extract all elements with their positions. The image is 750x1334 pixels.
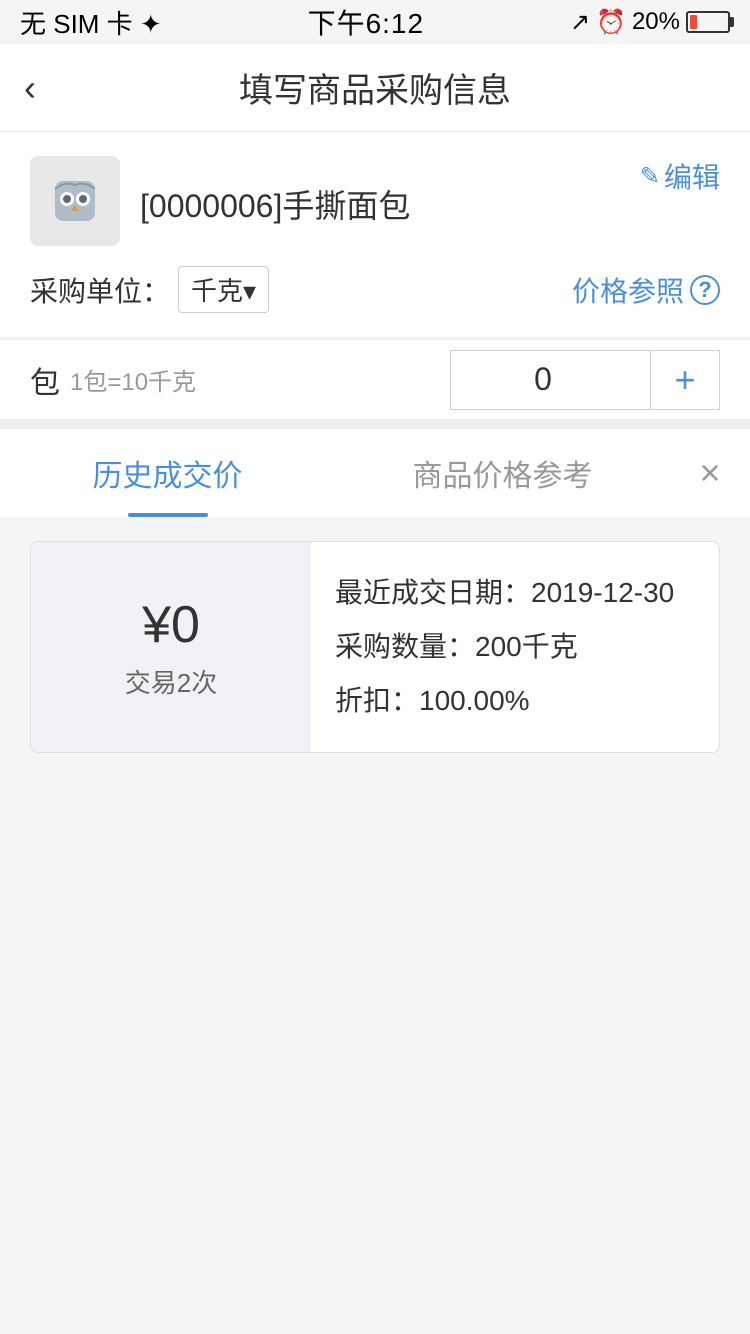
- product-header: [0000006]手撕面包 ✎ 编辑: [30, 156, 720, 246]
- owl-icon: [45, 171, 105, 231]
- product-section: [0000006]手撕面包 ✎ 编辑 采购单位： 千克▾ 价格参照 ?: [0, 132, 750, 337]
- tab-product-label: 商品价格参考: [413, 451, 593, 495]
- edit-button[interactable]: ✎ 编辑: [640, 156, 720, 196]
- trade-count: 交易2次: [125, 663, 217, 700]
- edit-label: 编辑: [664, 156, 720, 196]
- quantity-section: 包 1包=10千克 +: [0, 339, 750, 419]
- history-price: ¥0: [142, 595, 200, 655]
- discount-label: 折扣：: [335, 685, 419, 716]
- signal-text: 无 SIM 卡 ✦: [20, 4, 162, 41]
- quantity-label: 包 1包=10千克: [30, 358, 196, 402]
- location-icon: ↗: [570, 8, 590, 37]
- tab-history-price[interactable]: 历史成交价: [0, 429, 335, 517]
- back-button[interactable]: ‹: [24, 67, 36, 109]
- recent-date-label: 最近成交日期：: [335, 577, 531, 608]
- section-divider: [0, 419, 750, 429]
- tab-product-price-ref[interactable]: 商品价格参考: [335, 429, 670, 517]
- tabs-section: 历史成交价 商品价格参考 ×: [0, 429, 750, 517]
- discount-row: 折扣：100.00%: [335, 680, 695, 722]
- battery-icon: [686, 11, 730, 33]
- price-ref-label: 价格参照: [572, 270, 684, 310]
- history-card: ¥0 交易2次 最近成交日期：2019-12-30 采购数量：200千克 折扣：…: [30, 541, 720, 753]
- price-ref-button[interactable]: 价格参照 ?: [572, 270, 720, 310]
- quantity-controls: +: [450, 350, 720, 410]
- discount-value: 100.00%: [419, 685, 530, 716]
- recent-date-row: 最近成交日期：2019-12-30: [335, 572, 695, 614]
- unit-conversion: 1包=10千克: [70, 362, 196, 397]
- tab-close-button[interactable]: ×: [670, 429, 750, 517]
- purchase-qty-label: 采购数量：: [335, 631, 475, 662]
- unit-value: 千克▾: [191, 271, 256, 308]
- product-name: [0000006]手撕面包: [140, 175, 410, 227]
- status-left: 无 SIM 卡 ✦: [20, 4, 162, 41]
- status-right: ↗ ⏰ 20%: [570, 8, 730, 37]
- recent-date-value: 2019-12-30: [531, 577, 674, 608]
- tab-active-indicator: [128, 513, 208, 517]
- purchase-qty-row: 采购数量：200千克: [335, 626, 695, 668]
- product-thumbnail: [30, 156, 120, 246]
- unit-dropdown[interactable]: 千克▾: [178, 266, 269, 313]
- unit-label: 采购单位： 千克▾: [30, 266, 269, 313]
- card-details-right: 最近成交日期：2019-12-30 采购数量：200千克 折扣：100.00%: [311, 542, 719, 752]
- quantity-plus-button[interactable]: +: [650, 350, 720, 410]
- nav-bar: ‹ 填写商品采购信息: [0, 44, 750, 132]
- purchase-unit-row: 采购单位： 千克▾ 价格参照 ?: [30, 266, 720, 313]
- status-bar: 无 SIM 卡 ✦ 下午6:12 ↗ ⏰ 20%: [0, 0, 750, 44]
- tab-history-label: 历史成交价: [93, 451, 243, 495]
- battery-text: 20%: [632, 8, 680, 36]
- page-title: 填写商品采购信息: [239, 63, 511, 112]
- edit-icon: ✎: [640, 162, 660, 191]
- quantity-input[interactable]: [450, 350, 650, 410]
- status-time: 下午6:12: [308, 2, 425, 42]
- history-section: ¥0 交易2次 最近成交日期：2019-12-30 采购数量：200千克 折扣：…: [0, 517, 750, 1117]
- product-left: [0000006]手撕面包: [30, 156, 410, 246]
- purchase-qty-value: 200千克: [475, 631, 578, 662]
- help-icon: ?: [690, 275, 720, 305]
- unit-bao: 包: [30, 358, 60, 402]
- alarm-icon: ⏰: [596, 8, 626, 37]
- unit-label-text: 采购单位：: [30, 270, 170, 310]
- card-price-left: ¥0 交易2次: [31, 542, 311, 752]
